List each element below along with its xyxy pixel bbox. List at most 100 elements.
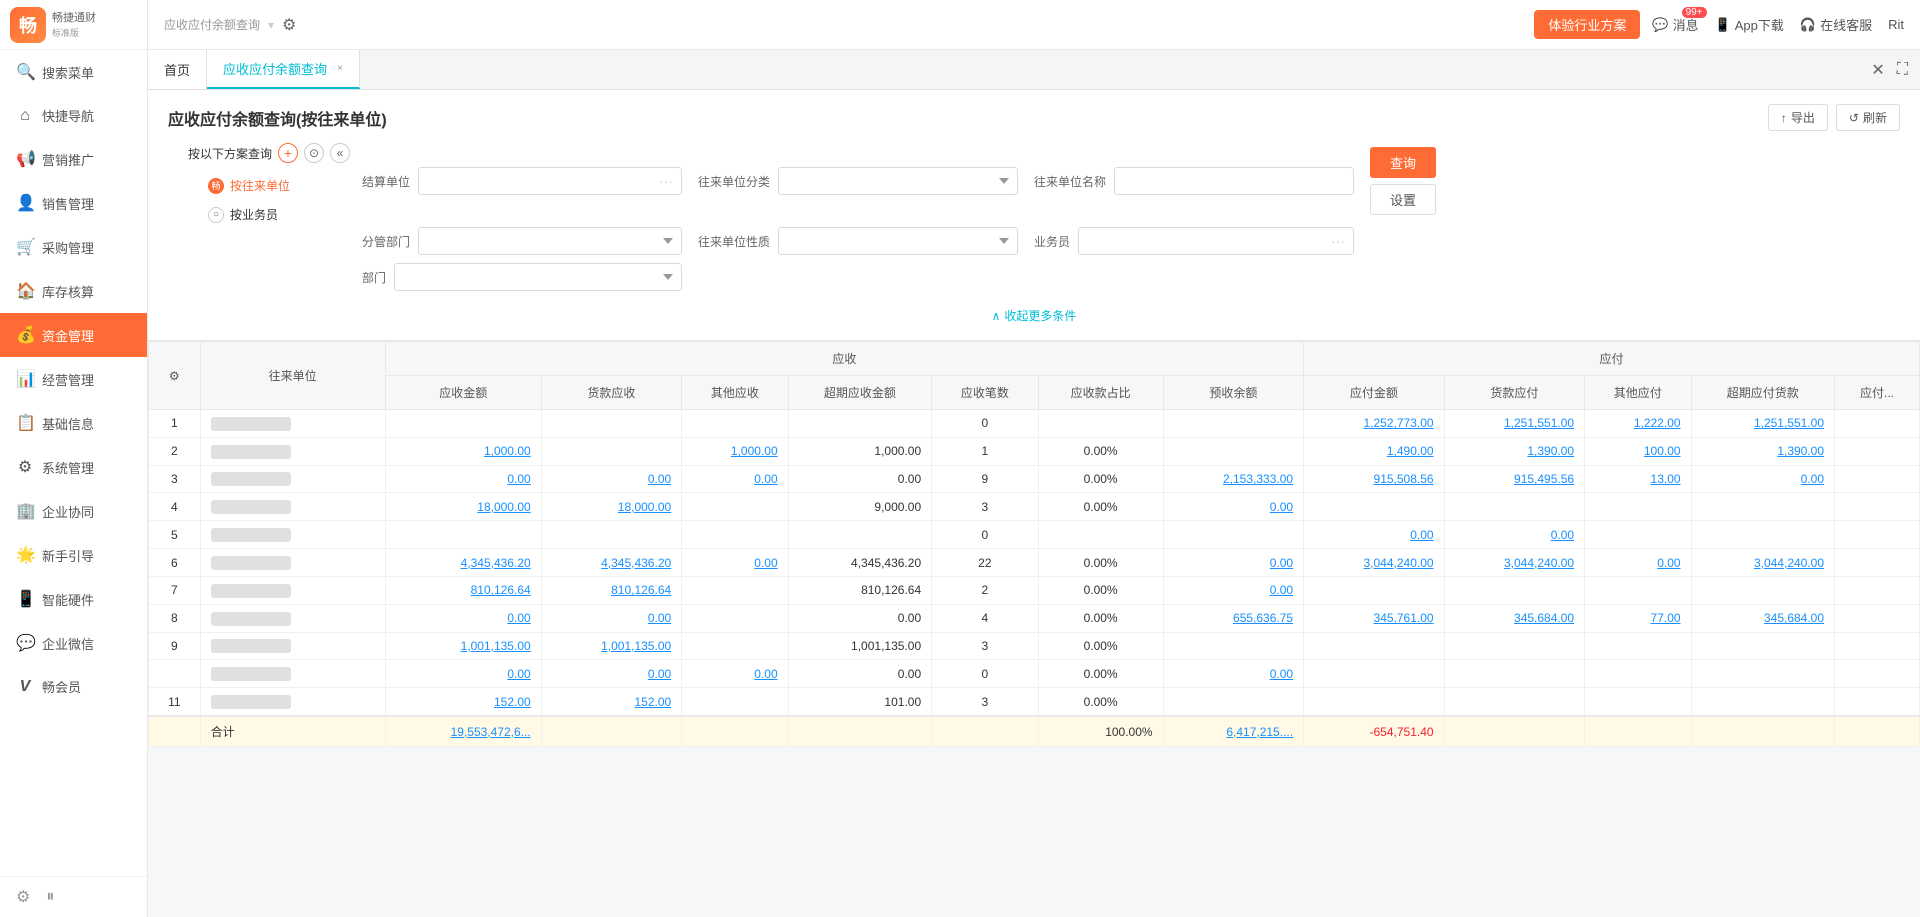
promo-button[interactable]: 体验行业方案 (1534, 10, 1640, 39)
th-settings[interactable]: ⚙ (149, 342, 201, 410)
table-row: 21,000.001,000.001,000.0010.00%1,490.001… (149, 437, 1920, 465)
sidebar-item-finance[interactable]: 💰 资金管理 (0, 313, 147, 357)
member-icon: V (16, 678, 34, 696)
sidebar-item-operations[interactable]: 📊 经营管理 (0, 357, 147, 401)
partner-cell[interactable] (200, 576, 385, 604)
nav-tree-item-salesperson[interactable]: ○ 按业务员 (188, 200, 350, 229)
sidebar-item-system[interactable]: ⚙ 系统管理 (0, 445, 147, 489)
page-header: 应收应付余额查询(按往来单位) ↑ 导出 ↺ 刷新 (148, 90, 1920, 341)
sidebar-item-wechat[interactable]: 💬 企业微信 (0, 621, 147, 665)
filter-collapse-button[interactable]: « (330, 143, 350, 163)
partner-cell[interactable] (200, 549, 385, 577)
sidebar-item-quicknav[interactable]: ⌂ 快捷导航 (0, 94, 147, 137)
export-button[interactable]: ↑ 导出 (1768, 104, 1828, 131)
table-row: 11152.00152.00101.0030.00% (149, 688, 1920, 716)
sidebar-item-member[interactable]: V 畅会员 (0, 665, 147, 708)
filter-add-button[interactable]: + (278, 143, 298, 163)
sidebar-item-basic[interactable]: 📋 基础信息 (0, 401, 147, 445)
filter-fields: 结算单位 ··· 往来单位分类 (362, 143, 1880, 295)
topbar-right: 💬 消息 99+ 📱 App下载 🎧 在线客服 Rit (1652, 15, 1904, 34)
close-tab-icon[interactable]: × (337, 63, 343, 74)
dept-select[interactable] (394, 263, 682, 291)
service-button[interactable]: 🎧 在线客服 (1800, 15, 1872, 34)
salesperson-input[interactable]: ··· (1078, 227, 1354, 255)
tabbar: 首页 应收应付余额查询 × ✕ ⛶ (148, 50, 1920, 90)
sidebar-item-inventory[interactable]: 🏠 库存核算 (0, 269, 147, 313)
sidebar-item-marketing[interactable]: 📢 营销推广 (0, 137, 147, 181)
close-window-icon[interactable]: ✕ (1871, 60, 1884, 80)
table-area: ⚙ 往来单位 应收 应付 (148, 341, 1920, 917)
partner-cell[interactable] (200, 604, 385, 632)
search-icon: 🔍 (16, 62, 34, 82)
settings-bottom-icon[interactable]: ⚙ (16, 887, 30, 907)
th-recv-count: 应收笔数 (932, 376, 1038, 410)
sidebar-item-guide[interactable]: 🌟 新手引导 (0, 533, 147, 577)
export-icon: ↑ (1781, 111, 1787, 125)
pause-bottom-icon[interactable]: ⏸ (46, 888, 54, 906)
partner-cell[interactable] (200, 465, 385, 493)
sidebar-item-corp[interactable]: 🏢 企业协同 (0, 489, 147, 533)
table-wrapper: ⚙ 往来单位 应收 应付 (148, 341, 1920, 747)
salesperson-label: 业务员 (1034, 233, 1070, 250)
footer-prepaid-total[interactable]: 6,417,215.... (1163, 716, 1304, 747)
partner-category-label: 往来单位分类 (698, 173, 770, 190)
message-count-badge: 99+ (1682, 7, 1707, 18)
tab-receivable-query[interactable]: 应收应付余额查询 × (207, 50, 360, 89)
query-button[interactable]: 查询 (1370, 147, 1436, 178)
footer-recv-ratio: 100.00% (1038, 716, 1163, 747)
content-area: 应收应付余额查询(按往来单位) ↑ 导出 ↺ 刷新 (148, 90, 1920, 917)
partner-cell[interactable] (200, 688, 385, 716)
user-name[interactable]: Rit (1888, 17, 1904, 32)
th-loan-pay: 货款应付 (1444, 376, 1585, 410)
partner-nature-select[interactable] (778, 227, 1018, 255)
partner-cell[interactable] (200, 493, 385, 521)
th-pay-cont: 应付... (1835, 376, 1920, 410)
partner-name-input[interactable] (1114, 167, 1354, 195)
filter-area: 按以下方案查询 + ⊙ « 畅 按往来单位 ○ 按业务员 (168, 143, 1900, 340)
main-area: 应收应付余额查询 ▾ ⚙ 体验行业方案 💬 消息 99+ 📱 App下载 🎧 在… (148, 0, 1920, 917)
topbar-nav: 应收应付余额查询 ▾ ⚙ (164, 15, 1522, 35)
th-recv-amt: 应收金额 (385, 376, 541, 410)
table-row: 500.000.00 (149, 521, 1920, 549)
table-row: 80.000.000.0040.00%655,636.75345,761.003… (149, 604, 1920, 632)
partner-cell[interactable] (200, 521, 385, 549)
logo-area: 畅 畅捷通财 标准版 (0, 0, 147, 50)
topbar-gear-icon[interactable]: ⚙ (282, 15, 296, 35)
partner-cell[interactable] (200, 410, 385, 438)
filter-partner-category: 往来单位分类 (698, 167, 1018, 195)
partner-cell[interactable] (200, 632, 385, 660)
partner-cell[interactable] (200, 437, 385, 465)
collapse-more-button[interactable]: ∧ 收起更多条件 (188, 303, 1880, 328)
dept-manager-select[interactable] (418, 227, 682, 255)
collapse-up-icon: ∧ (992, 309, 1001, 323)
page-title: 应收应付余额查询(按往来单位) (168, 106, 387, 130)
th-recv-ratio: 应收款占比 (1038, 376, 1163, 410)
filter-settings-button[interactable]: ⊙ (304, 143, 324, 163)
sidebar-item-search[interactable]: 🔍 搜索菜单 (0, 50, 147, 94)
footer-settings (149, 716, 201, 747)
operations-icon: 📊 (16, 369, 34, 389)
maximize-icon[interactable]: ⛶ (1897, 61, 1908, 79)
th-payable-group: 应付 (1304, 342, 1920, 376)
sidebar-bottom: ⚙ ⏸ (0, 876, 147, 917)
table-settings-icon[interactable]: ⚙ (169, 369, 180, 383)
partner-category-select[interactable] (778, 167, 1018, 195)
sidebar-item-sales[interactable]: 👤 销售管理 (0, 181, 147, 225)
message-button[interactable]: 💬 消息 99+ (1652, 15, 1698, 34)
salesperson-dots-icon: ··· (1331, 233, 1345, 249)
filter-partner-nature: 往来单位性质 (698, 227, 1018, 255)
sidebar-item-hardware[interactable]: 📱 智能硬件 (0, 577, 147, 621)
th-overdue-pay: 超期应付货款 (1691, 376, 1834, 410)
nav-tree-item-partner[interactable]: 畅 按往来单位 (188, 171, 350, 200)
set-button[interactable]: 设置 (1370, 184, 1436, 215)
sidebar-item-purchase[interactable]: 🛒 采购管理 (0, 225, 147, 269)
chevron-down-icon[interactable]: ▾ (268, 18, 274, 32)
settlement-unit-input[interactable]: ··· (418, 167, 682, 195)
sales-icon: 👤 (16, 193, 34, 213)
filter-partner-name: 往来单位名称 (1034, 167, 1354, 195)
refresh-button[interactable]: ↺ 刷新 (1836, 104, 1900, 131)
footer-recv-total[interactable]: 19,553,472,6... (385, 716, 541, 747)
partner-cell[interactable] (200, 660, 385, 688)
tab-home[interactable]: 首页 (148, 50, 207, 89)
app-download-button[interactable]: 📱 App下载 (1715, 15, 1784, 34)
